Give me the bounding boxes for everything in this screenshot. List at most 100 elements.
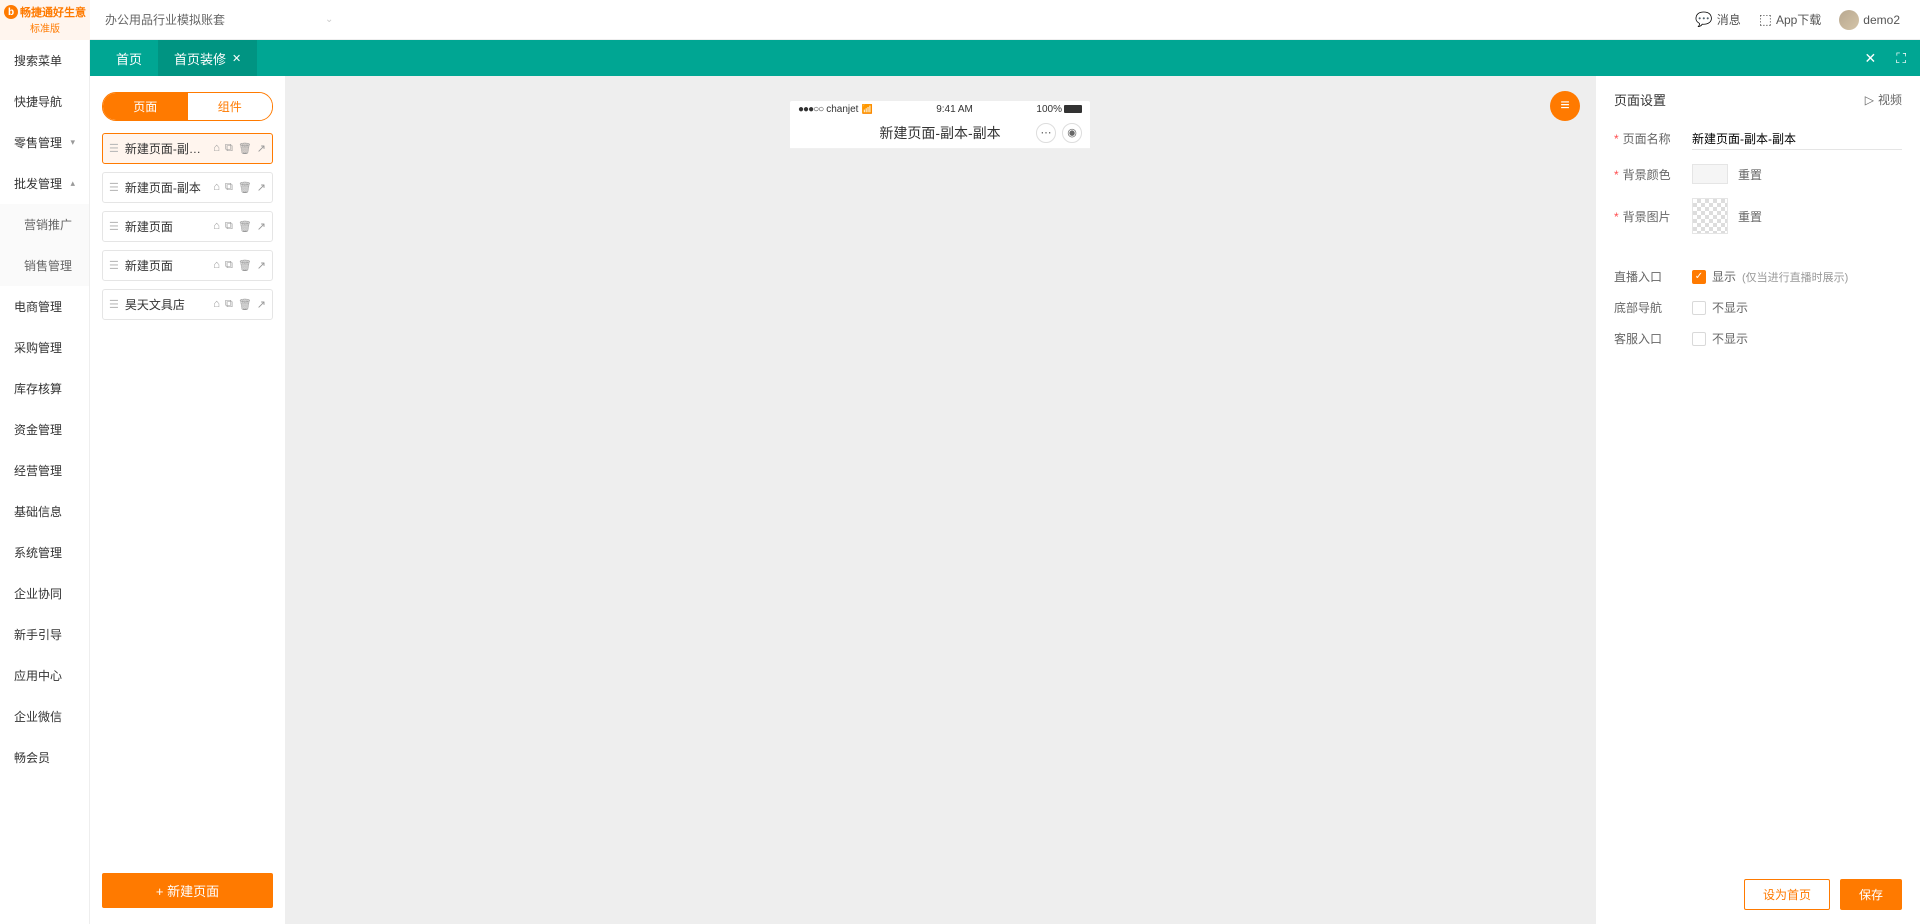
delete-icon[interactable]: 🗑 (238, 259, 252, 272)
menu-toggle-button[interactable]: ≡ (1550, 91, 1580, 121)
bg-image-reset[interactable]: 重置 (1738, 208, 1762, 225)
sidebar-item-1[interactable]: 快捷导航 (0, 81, 89, 122)
avatar (1839, 10, 1859, 30)
account-selector[interactable]: 办公用品行业模拟账套 ⌄ (105, 11, 333, 28)
page-item-0[interactable]: ☰新建页面-副本...⌂⧉🗑↗ (102, 133, 273, 164)
delete-icon[interactable]: 🗑 (238, 220, 252, 233)
more-icon: ⋯ (1036, 123, 1056, 143)
set-home-button[interactable]: 设为首页 (1744, 879, 1830, 910)
delete-icon[interactable]: 🗑 (238, 298, 252, 311)
phone-page-title: 新建页面-副本-副本 (879, 123, 1000, 143)
sidebar-item-9[interactable]: 资金管理 (0, 409, 89, 450)
tab-1[interactable]: 首页装修✕ (158, 40, 257, 76)
copy-icon[interactable]: ⧉ (225, 181, 233, 194)
chevron-down-icon: ⌄ (325, 14, 333, 25)
live-show-label: 显示 (1712, 268, 1736, 285)
page-name-input[interactable] (1692, 127, 1902, 150)
page-item-2[interactable]: ☰ 新建页面 ⌂ ⧉ 🗑 ↗ (102, 211, 273, 242)
share-icon[interactable]: ↗ (257, 220, 266, 233)
tab-pages[interactable]: 页面 (103, 93, 188, 120)
page-name-label: 页面名称 (1614, 130, 1682, 147)
sidebar-item-label: 批发管理 (14, 175, 62, 192)
delete-icon[interactable]: 🗑 (238, 181, 252, 194)
sidebar-item-label: 应用中心 (14, 667, 62, 684)
sidebar-item-6[interactable]: 电商管理 (0, 286, 89, 327)
fullscreen-icon[interactable]: ⛶ (1890, 46, 1912, 71)
page-item-4[interactable]: ☰昊天文具店⌂⧉🗑↗ (102, 289, 273, 320)
sidebar-item-8[interactable]: 库存核算 (0, 368, 89, 409)
drag-handle-icon[interactable]: ☰ (109, 142, 119, 155)
home-icon[interactable]: ⌂ (213, 142, 220, 155)
phone-time: 9:41 AM (936, 104, 973, 115)
page-item-1[interactable]: ☰新建页面-副本⌂⧉🗑↗ (102, 172, 273, 203)
battery-percent: 100% (1036, 104, 1062, 115)
sidebar-item-label: 系统管理 (14, 544, 62, 561)
home-icon[interactable]: ⌂ (213, 220, 220, 233)
home-icon[interactable]: ⌂ (213, 259, 220, 272)
drag-handle-icon[interactable]: ☰ (109, 181, 119, 194)
sidebar-item-10[interactable]: 经营管理 (0, 450, 89, 491)
drag-handle-icon[interactable]: ☰ (109, 220, 119, 233)
service-checkbox[interactable] (1692, 332, 1706, 346)
copy-icon[interactable]: ⧉ (225, 259, 233, 272)
service-label: 客服入口 (1614, 330, 1682, 347)
home-icon[interactable]: ⌂ (213, 181, 220, 194)
home-icon[interactable]: ⌂ (213, 298, 220, 311)
tab-components[interactable]: 组件 (188, 93, 273, 120)
live-show-checkbox[interactable]: ✓ (1692, 270, 1706, 284)
main-area: 首页首页装修✕ ✕ ⛶ 页面 组件 ☰新建页面-副本...⌂⧉🗑↗☰新建页面-副… (90, 40, 1920, 924)
account-name: 办公用品行业模拟账套 (105, 11, 225, 28)
sidebar-item-14[interactable]: 新手引导 (0, 614, 89, 655)
new-page-button[interactable]: + 新建页面 (102, 873, 273, 908)
sidebar-item-4[interactable]: 营销推广 (0, 204, 89, 245)
sidebar-item-11[interactable]: 基础信息 (0, 491, 89, 532)
user-menu[interactable]: demo2 (1839, 10, 1900, 30)
sidebar-item-2[interactable]: 零售管理▾ (0, 122, 89, 163)
bottom-nav-notshow-label: 不显示 (1712, 299, 1748, 316)
bg-color-reset[interactable]: 重置 (1738, 166, 1762, 183)
tab-0[interactable]: 首页 (100, 40, 158, 76)
video-link[interactable]: ▷ 视频 (1865, 91, 1902, 108)
copy-icon[interactable]: ⧉ (225, 220, 233, 233)
close-all-icon[interactable]: ✕ (1858, 46, 1882, 71)
close-icon[interactable]: ✕ (232, 52, 241, 65)
drag-handle-icon[interactable]: ☰ (109, 259, 119, 272)
service-notshow-label: 不显示 (1712, 330, 1748, 347)
sidebar-item-label: 搜索菜单 (14, 52, 62, 69)
copy-icon[interactable]: ⧉ (225, 142, 233, 155)
sidebar-item-13[interactable]: 企业协同 (0, 573, 89, 614)
bottom-nav-checkbox[interactable] (1692, 301, 1706, 315)
sidebar-item-label: 基础信息 (14, 503, 62, 520)
logo[interactable]: b畅捷通好生意 标准版 (0, 0, 90, 40)
battery-icon (1064, 105, 1082, 113)
sidebar-item-15[interactable]: 应用中心 (0, 655, 89, 696)
save-button[interactable]: 保存 (1840, 879, 1902, 910)
sidebar-item-0[interactable]: 搜索菜单 (0, 40, 89, 81)
bg-color-swatch[interactable] (1692, 164, 1728, 184)
sidebar-item-label: 销售管理 (24, 257, 72, 274)
share-icon[interactable]: ↗ (257, 298, 266, 311)
bg-image-swatch[interactable] (1692, 198, 1728, 234)
sidebar-item-label: 库存核算 (14, 380, 62, 397)
copy-icon[interactable]: ⧉ (225, 298, 233, 311)
phone-canvas[interactable] (790, 149, 1090, 641)
logo-version: 标准版 (30, 20, 60, 35)
sidebar-item-3[interactable]: 批发管理 ▴ (0, 163, 89, 204)
sidebar-item-16[interactable]: 企业微信 (0, 696, 89, 737)
delete-icon[interactable]: 🗑 (238, 142, 252, 155)
sidebar-item-7[interactable]: 采购管理 (0, 327, 89, 368)
share-icon[interactable]: ↗ (257, 181, 266, 194)
expand-icon: ▴ (70, 178, 75, 189)
sidebar-item-5[interactable]: 销售管理 (0, 245, 89, 286)
share-icon[interactable]: ↗ (257, 142, 266, 155)
page-item-name: 新建页面 (125, 218, 207, 235)
page-item-3[interactable]: ☰新建页面⌂⧉🗑↗ (102, 250, 273, 281)
messages-button[interactable]: 💬 消息 (1695, 11, 1740, 28)
top-header: b畅捷通好生意 标准版 办公用品行业模拟账套 ⌄ 💬 消息 ⬚ App下载 de… (0, 0, 1920, 40)
download-label: App下载 (1776, 11, 1821, 28)
sidebar-item-12[interactable]: 系统管理 (0, 532, 89, 573)
share-icon[interactable]: ↗ (257, 259, 266, 272)
drag-handle-icon[interactable]: ☰ (109, 298, 119, 311)
app-download-button[interactable]: ⬚ App下载 (1759, 11, 1822, 28)
sidebar-item-17[interactable]: 畅会员 (0, 737, 89, 778)
